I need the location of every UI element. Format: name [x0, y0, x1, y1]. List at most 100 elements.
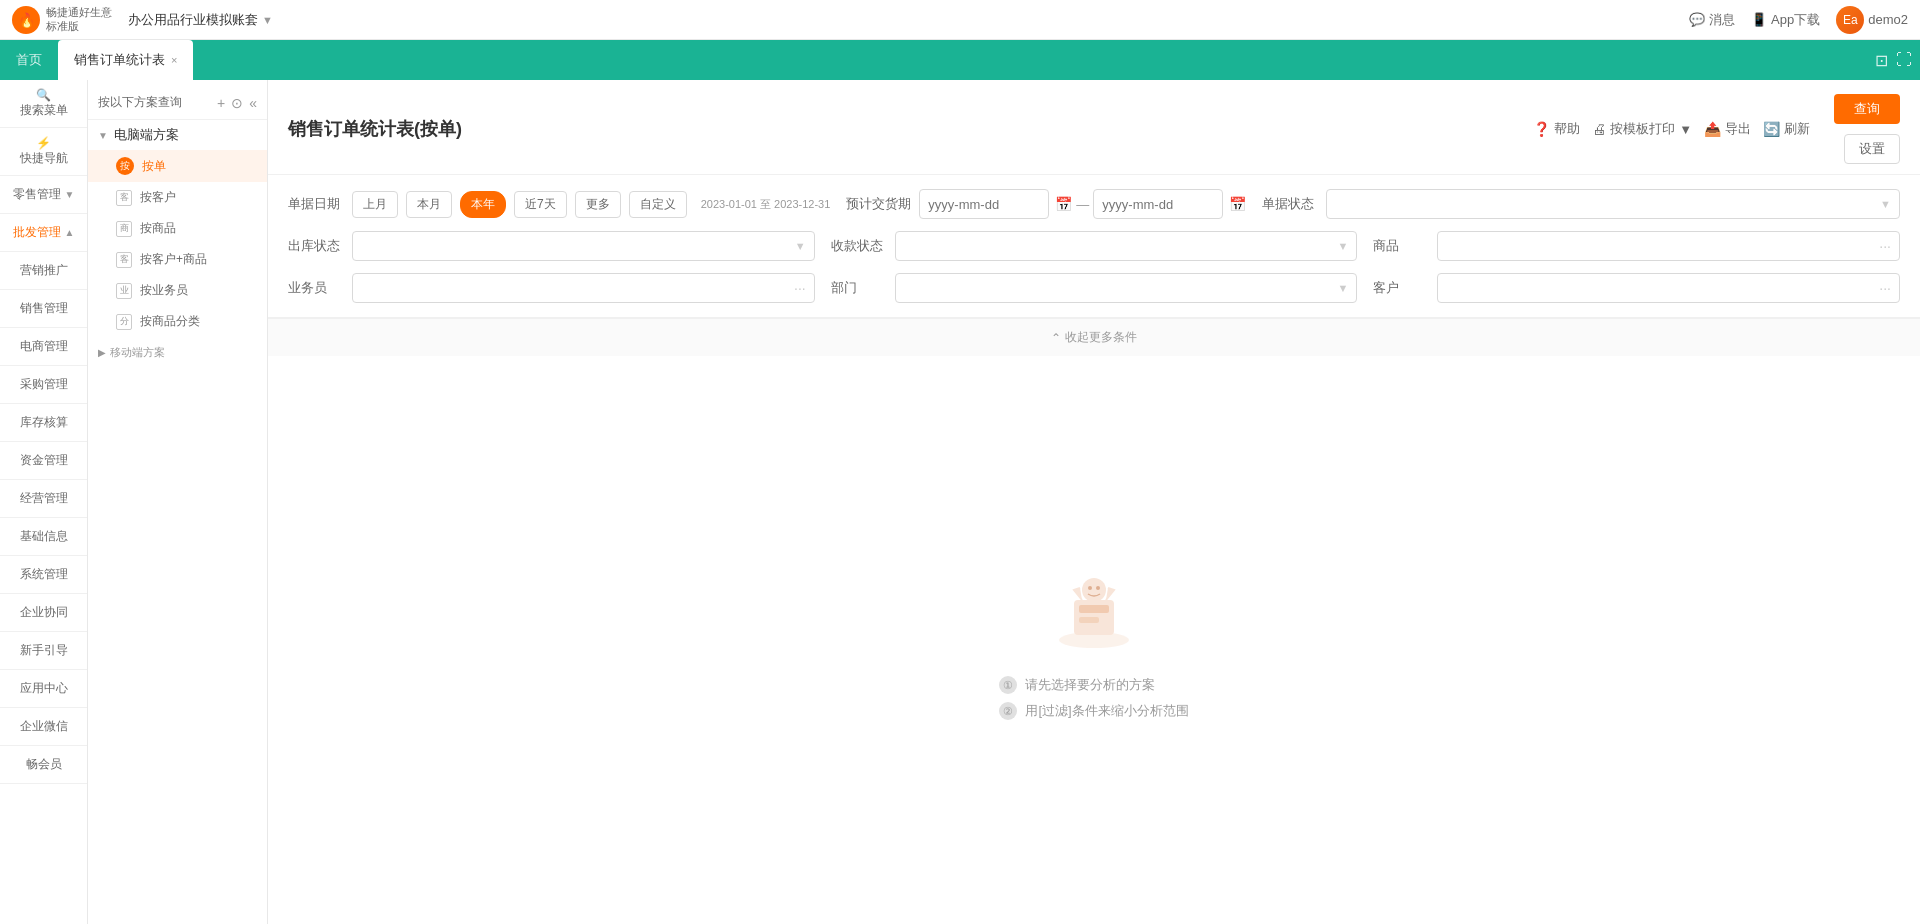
sidebar-item-members[interactable]: 畅会员 — [0, 746, 87, 784]
sidebar-item-inventory[interactable]: 库存核算 — [0, 404, 87, 442]
receipt-status-select[interactable]: ▼ — [895, 231, 1358, 261]
sidebar-item-marketing[interactable]: 营销推广 — [0, 252, 87, 290]
scheme-item-by-goods[interactable]: 商 按商品 — [88, 213, 267, 244]
logo-text: 畅捷通好生意 标准版 — [46, 6, 112, 32]
print-icon: 🖨 — [1592, 121, 1606, 137]
page-header: 销售订单统计表(按单) ❓ 帮助 🖨 按模板打印 ▼ 📤 — [268, 80, 1920, 175]
date-this-year-button[interactable]: 本年 — [460, 191, 506, 218]
customer-dots-icon[interactable]: ··· — [1879, 280, 1891, 296]
tab-controls: ⊡ ⛶ — [1875, 51, 1920, 70]
breadcrumb-arrow[interactable]: ▼ — [262, 14, 273, 26]
scheme-item-by-customer-goods[interactable]: 客 按客户+商品 — [88, 244, 267, 275]
forecast-cal-end-icon: 📅 — [1229, 196, 1246, 212]
out-status-select[interactable]: ▼ — [352, 231, 815, 261]
scheme-mobile-section[interactable]: ▶ 移动端方案 — [88, 337, 267, 364]
page-title: 销售订单统计表(按单) — [288, 117, 1533, 141]
tab-sales-order[interactable]: 销售订单统计表 × — [58, 40, 193, 80]
scheme-pc-section[interactable]: ▼ 电脑端方案 — [88, 120, 267, 150]
tab-maximize-button[interactable]: ⛶ — [1896, 51, 1912, 69]
sidebar-item-wechat[interactable]: 企业微信 — [0, 708, 87, 746]
sidebar-item-enterprise[interactable]: 企业协同 — [0, 594, 87, 632]
forecast-date-inputs: 📅 — 📅 — [919, 189, 1246, 219]
scheme-panel: 按以下方案查询 + ⊙ « ▼ 电脑端方案 按 按单 客 按客户 — [88, 80, 268, 924]
customer-label: 客户 — [1373, 279, 1429, 297]
print-button[interactable]: 🖨 按模板打印 ▼ — [1592, 120, 1692, 138]
dept-select[interactable]: ▼ — [895, 273, 1358, 303]
sidebar-item-basicinfo[interactable]: 基础信息 — [0, 518, 87, 556]
settings-button[interactable]: 设置 — [1844, 134, 1900, 164]
scheme-item-by-category[interactable]: 分 按商品分类 — [88, 306, 267, 337]
scheme-customer-icon: 客 — [116, 190, 132, 206]
sidebar-item-purchase[interactable]: 采购管理 — [0, 366, 87, 404]
scheme-add-button[interactable]: + — [217, 95, 225, 111]
page-breadcrumb: 办公用品行业模拟账套 ▼ — [128, 11, 1689, 29]
tab-close-button[interactable]: × — [171, 54, 177, 66]
app-logo[interactable]: 🔥 畅捷通好生意 标准版 — [12, 6, 112, 34]
scheme-item-by-customer[interactable]: 客 按客户 — [88, 182, 267, 213]
page-content: 按以下方案查询 + ⊙ « ▼ 电脑端方案 按 按单 客 按客户 — [88, 80, 1920, 924]
date-custom-button[interactable]: 自定义 — [629, 191, 687, 218]
sales-rep-field: 业务员 ··· — [288, 273, 815, 303]
goods-dots-icon[interactable]: ··· — [1879, 238, 1891, 254]
sidebar-item-wholesale[interactable]: 批发管理 ▲ — [0, 214, 87, 252]
date-prev-month-button[interactable]: 上月 — [352, 191, 398, 218]
forecast-cal-start-icon: 📅 — [1055, 196, 1072, 212]
svg-point-4 — [1082, 578, 1106, 602]
export-button[interactable]: 📤 导出 — [1704, 120, 1751, 138]
doc-status-field: 单据状态 ▼ — [1262, 189, 1900, 219]
date-more-button[interactable]: 更多 — [575, 191, 621, 218]
tab-home[interactable]: 首页 — [0, 40, 58, 80]
sales-rep-select[interactable]: ··· — [352, 273, 815, 303]
top-bar-right: 💬 消息 📱 App下载 Ea demo2 — [1689, 6, 1908, 34]
sales-rep-dots-icon[interactable]: ··· — [794, 280, 806, 296]
empty-hint-1: ① 请先选择要分析的方案 — [999, 676, 1188, 694]
doc-status-select[interactable]: ▼ — [1326, 189, 1900, 219]
dept-field: 部门 ▼ — [831, 273, 1358, 303]
sidebar-item-sales[interactable]: 销售管理 — [0, 290, 87, 328]
scheme-item-active[interactable]: 按 按单 — [88, 150, 267, 182]
message-icon: 💬 — [1689, 12, 1705, 27]
date-range-text: 2023-01-01 至 2023-12-31 — [701, 197, 831, 212]
date-7days-button[interactable]: 近7天 — [514, 191, 567, 218]
scheme-collapse-button[interactable]: « — [249, 95, 257, 111]
sidebar-item-appcenter[interactable]: 应用中心 — [0, 670, 87, 708]
svg-point-5 — [1088, 586, 1092, 590]
collapse-icon: ⌃ — [1051, 331, 1061, 345]
query-button[interactable]: 查询 — [1834, 94, 1900, 124]
hint-num-1: ① — [999, 676, 1017, 694]
svg-point-6 — [1096, 586, 1100, 590]
forecast-date-start[interactable] — [919, 189, 1049, 219]
sidebar-item-ecommerce[interactable]: 电商管理 — [0, 328, 87, 366]
svg-rect-3 — [1079, 617, 1099, 623]
download-icon: 📱 — [1751, 12, 1767, 27]
sidebar-item-retail[interactable]: 零售管理 ▼ — [0, 176, 87, 214]
help-button[interactable]: ❓ 帮助 — [1533, 120, 1580, 138]
sidebar-item-newuser[interactable]: 新手引导 — [0, 632, 87, 670]
dept-label: 部门 — [831, 279, 887, 297]
collapse-bar[interactable]: ⌃ 收起更多条件 — [268, 318, 1920, 356]
help-icon: ❓ — [1533, 121, 1550, 137]
app-download-button[interactable]: 📱 App下载 — [1751, 11, 1820, 29]
customer-select[interactable]: ··· — [1437, 273, 1900, 303]
scheme-item-by-sales[interactable]: 业 按业务员 — [88, 275, 267, 306]
sidebar-item-search[interactable]: 🔍 搜索菜单 — [0, 80, 87, 128]
top-bar: 🔥 畅捷通好生意 标准版 办公用品行业模拟账套 ▼ 💬 消息 📱 App下载 E… — [0, 0, 1920, 40]
user-avatar: Ea — [1836, 6, 1864, 34]
sidebar-item-system[interactable]: 系统管理 — [0, 556, 87, 594]
scheme-goods-icon: 商 — [116, 221, 132, 237]
empty-hint-2: ② 用[过滤]条件来缩小分析范围 — [999, 702, 1188, 720]
sidebar-item-quicknav[interactable]: ⚡ 快捷导航 — [0, 128, 87, 176]
sidebar-item-management[interactable]: 经营管理 — [0, 480, 87, 518]
scheme-edit-button[interactable]: ⊙ — [231, 95, 243, 111]
filter-row-2: 出库状态 ▼ 收款状态 ▼ — [288, 231, 1900, 261]
goods-field: 商品 ··· — [1373, 231, 1900, 261]
user-menu[interactable]: Ea demo2 — [1836, 6, 1908, 34]
sidebar-item-finance[interactable]: 资金管理 — [0, 442, 87, 480]
refresh-button[interactable]: 🔄 刷新 — [1763, 120, 1810, 138]
tab-minimize-button[interactable]: ⊡ — [1875, 51, 1888, 70]
page-actions: ❓ 帮助 🖨 按模板打印 ▼ 📤 导出 🔄 — [1533, 94, 1900, 164]
goods-select[interactable]: ··· — [1437, 231, 1900, 261]
message-button[interactable]: 💬 消息 — [1689, 11, 1735, 29]
forecast-date-end[interactable] — [1093, 189, 1223, 219]
date-this-month-button[interactable]: 本月 — [406, 191, 452, 218]
